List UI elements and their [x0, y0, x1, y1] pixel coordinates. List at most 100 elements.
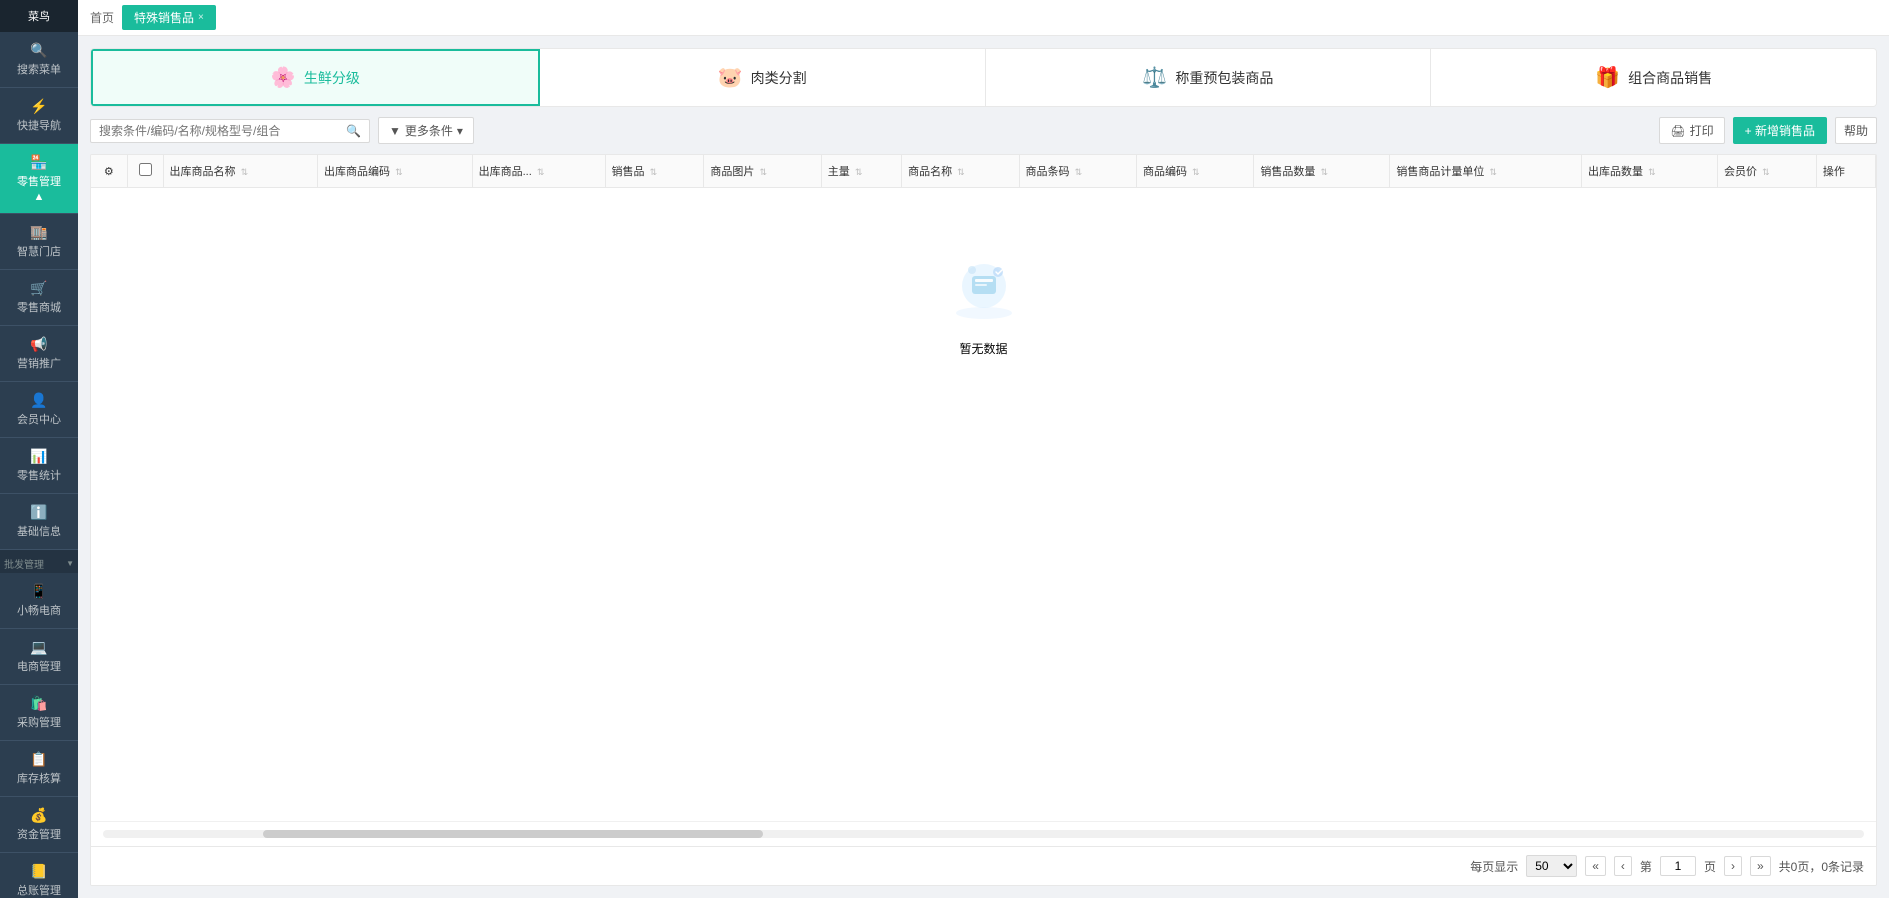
wholesale-label: 批发管理 [4, 556, 44, 571]
sidebar-item-member[interactable]: 👤 会员中心 [0, 382, 78, 438]
sidebar-item-miniprog[interactable]: 📱 小畅电商 [0, 573, 78, 629]
sidebar-item-inventory[interactable]: 📋 库存核算 [0, 741, 78, 797]
sidebar-label-retail: 零售管理 [17, 173, 61, 189]
sort-icon: ⇅ [855, 167, 863, 177]
sidebar-section-wholesale[interactable]: 批发管理 ▼ [0, 550, 78, 573]
sidebar-label-quicknav: 快捷导航 [17, 117, 61, 133]
col-out-code[interactable]: 出库商品编码 ⇅ [318, 155, 473, 188]
sidebar-item-finance[interactable]: 💰 资金管理 [0, 797, 78, 853]
scrollbar-thumb[interactable] [263, 830, 763, 838]
col-image[interactable]: 商品图片 ⇅ [704, 155, 821, 188]
total-count: 共0页，0条记录 [1779, 858, 1864, 875]
category-tab-weight[interactable]: ⚖️ 称重预包装商品 [986, 49, 1432, 106]
topbar-home[interactable]: 首页 [90, 9, 114, 26]
first-page-button[interactable]: « [1585, 856, 1606, 876]
horizontal-scrollbar[interactable] [103, 830, 1864, 838]
ecommerce-icon: 💻 [30, 639, 47, 656]
col-out-qty[interactable]: 出库品数量 ⇅ [1582, 155, 1718, 188]
retailstat-icon: 📊 [30, 448, 47, 465]
print-label: 打印 [1690, 122, 1714, 139]
toolbar-left: 🔍 ▼ 更多条件 ▾ [90, 117, 474, 144]
sidebar-item-basicinfo[interactable]: ℹ️ 基础信息 [0, 494, 78, 550]
sidebar-label-miniprog: 小畅电商 [17, 602, 61, 618]
col-out-spec[interactable]: 出库商品... ⇅ [472, 155, 605, 188]
select-all-checkbox[interactable] [139, 163, 152, 176]
col-main-weight[interactable]: 主量 ⇅ [821, 155, 901, 188]
sidebar-item-marketing[interactable]: 📢 营销推广 [0, 326, 78, 382]
purchase-icon: 🛍️ [30, 695, 47, 712]
page-number-input[interactable] [1660, 856, 1696, 876]
col-member-price[interactable]: 会员价 ⇅ [1718, 155, 1817, 188]
sidebar-item-quicknav[interactable]: ⚡ 快捷导航 [0, 88, 78, 144]
print-button[interactable]: 🖨 打印 [1659, 117, 1724, 144]
col-out-name[interactable]: 出库商品名称 ⇅ [163, 155, 318, 188]
category-tab-meat[interactable]: 🐷 肉类分割 [540, 49, 986, 106]
combo-tab-icon: 🎁 [1595, 65, 1620, 90]
search-input[interactable] [99, 124, 342, 138]
sidebar-label-search: 搜索菜单 [17, 61, 61, 77]
sidebar-label-marketing: 营销推广 [17, 355, 61, 371]
sidebar-label-smartstore: 智慧门店 [17, 243, 61, 259]
sidebar-item-retailstat[interactable]: 📊 零售统计 [0, 438, 78, 494]
col-sale-unit[interactable]: 销售商品计量单位 ⇅ [1390, 155, 1582, 188]
sidebar-logo: 菜鸟 [0, 0, 78, 32]
next-page-button[interactable]: › [1724, 856, 1742, 876]
col-product-code[interactable]: 商品编码 ⇅ [1136, 155, 1253, 188]
sidebar-label-retailmall: 零售商城 [17, 299, 61, 315]
sidebar-item-search[interactable]: 🔍 搜索菜单 [0, 32, 78, 88]
meat-tab-label: 肉类分割 [751, 68, 807, 88]
last-page-button[interactable]: » [1750, 856, 1771, 876]
sort-icon: ⇅ [650, 167, 658, 177]
content-area: 🌸 生鲜分级 🐷 肉类分割 ⚖️ 称重预包装商品 🎁 组合商品销售 🔍 [78, 36, 1889, 898]
topbar-active-tab[interactable]: 特殊销售品 × [122, 5, 216, 30]
sidebar-item-retailmall[interactable]: 🛒 零售商城 [0, 270, 78, 326]
miniprog-icon: 📱 [30, 583, 47, 600]
fresh-tab-icon: 🌸 [271, 65, 296, 90]
topbar-tab-close-icon[interactable]: × [198, 12, 204, 23]
page-size-label: 每页显示 [1470, 858, 1518, 875]
empty-illustration [944, 248, 1024, 328]
sort-icon: ⇅ [1075, 167, 1083, 177]
retail-icon: 🏪 [30, 154, 47, 171]
search-icon[interactable]: 🔍 [346, 124, 361, 138]
sidebar-item-ledger[interactable]: 📒 总账管理 [0, 853, 78, 898]
help-button[interactable]: 帮助 [1835, 117, 1877, 144]
sidebar-item-retail[interactable]: 🏪 零售管理 ▲ [0, 144, 78, 214]
category-tabs: 🌸 生鲜分级 🐷 肉类分割 ⚖️ 称重预包装商品 🎁 组合商品销售 [90, 48, 1877, 107]
topbar-tab-label: 特殊销售品 [134, 9, 194, 26]
member-icon: 👤 [30, 392, 47, 409]
gear-icon: ⚙ [104, 166, 114, 178]
quicknav-icon: ⚡ [30, 98, 47, 115]
toolbar-right: 🖨 打印 + 新增销售品 帮助 [1659, 117, 1877, 144]
topbar: 首页 特殊销售品 × [78, 0, 1889, 36]
toolbar: 🔍 ▼ 更多条件 ▾ 🖨 打印 + 新增销售品 帮助 [90, 117, 1877, 144]
sort-icon: ⇅ [759, 167, 767, 177]
add-sale-item-button[interactable]: + 新增销售品 [1733, 117, 1827, 144]
sort-icon: ⇅ [1762, 167, 1770, 177]
col-sale-item[interactable]: 销售品 ⇅ [605, 155, 704, 188]
sidebar-item-smartstore[interactable]: 🏬 智慧门店 [0, 214, 78, 270]
sort-icon: ⇅ [1192, 167, 1200, 177]
filter-button[interactable]: ▼ 更多条件 ▾ [378, 117, 474, 144]
col-settings[interactable]: ⚙ [91, 155, 127, 188]
col-barcode[interactable]: 商品条码 ⇅ [1019, 155, 1136, 188]
col-checkbox[interactable] [127, 155, 163, 188]
search-box[interactable]: 🔍 [90, 119, 370, 143]
page-suffix: 页 [1704, 858, 1716, 875]
col-sale-qty[interactable]: 销售品数量 ⇅ [1254, 155, 1390, 188]
search-icon: 🔍 [30, 42, 47, 59]
col-operation: 操作 [1816, 155, 1875, 188]
page-size-select[interactable]: 50 10 20 100 [1526, 855, 1577, 877]
filter-label: 更多条件 [405, 122, 453, 139]
sidebar-item-purchase[interactable]: 🛍️ 采购管理 [0, 685, 78, 741]
pagination: 每页显示 50 10 20 100 « ‹ 第 页 › » 共0页，0条记录 [91, 846, 1876, 885]
category-tab-fresh[interactable]: 🌸 生鲜分级 [91, 49, 540, 106]
category-tab-combo[interactable]: 🎁 组合商品销售 [1431, 49, 1876, 106]
sidebar-label-ecommerce: 电商管理 [17, 658, 61, 674]
sidebar-label-inventory: 库存核算 [17, 770, 61, 786]
col-product-name[interactable]: 商品名称 ⇅ [902, 155, 1019, 188]
prev-page-button[interactable]: ‹ [1614, 856, 1632, 876]
table-scroll[interactable]: ⚙ 出库商品名称 ⇅ 出库商品编码 ⇅ [91, 155, 1876, 821]
combo-tab-label: 组合商品销售 [1628, 68, 1712, 88]
sidebar-item-ecommerce[interactable]: 💻 电商管理 [0, 629, 78, 685]
